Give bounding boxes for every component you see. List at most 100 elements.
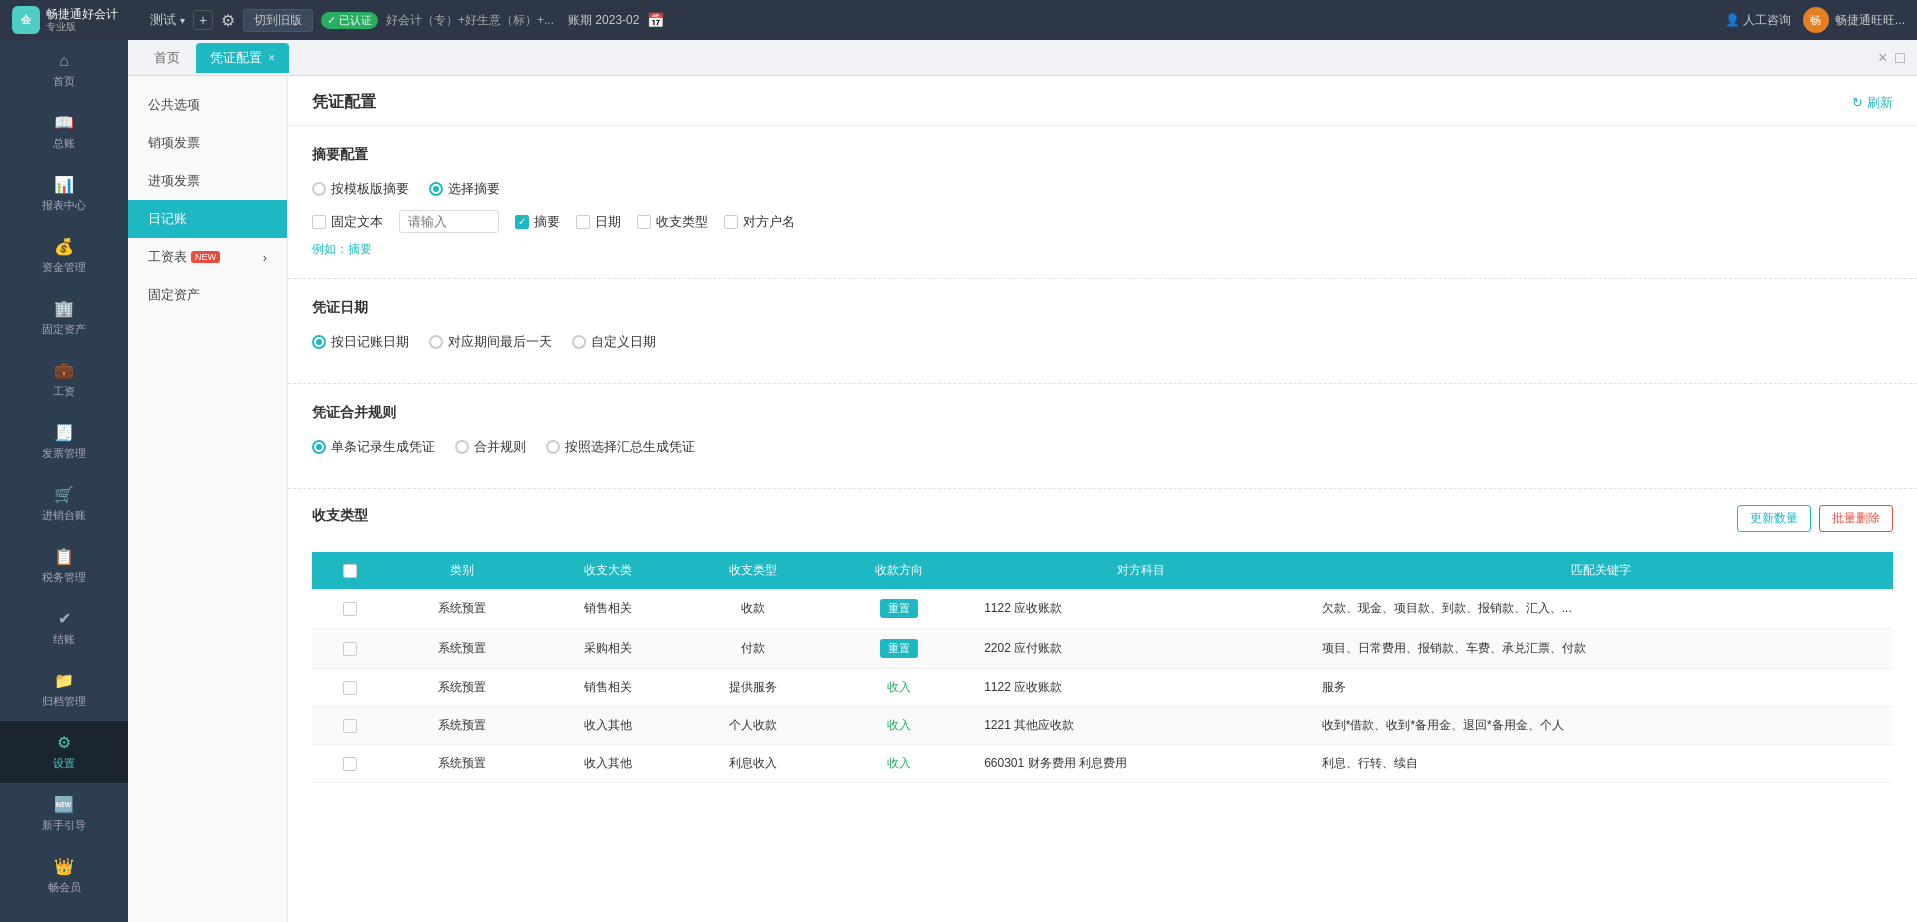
sidebar-item-member[interactable]: 👑 畅会员 [0,845,128,907]
tax-icon: 📋 [54,547,74,566]
merge-radio-summary[interactable]: 按照选择汇总生成凭证 [546,438,695,456]
archive-icon: 📁 [54,671,74,690]
batch-delete-button[interactable]: 批量删除 [1819,505,1893,532]
income-type-section: 收支类型 更新数量 批量删除 类别 [288,489,1917,799]
left-nav-diary[interactable]: 日记账 [128,200,287,238]
summary-radio-template[interactable]: 按模板版摘要 [312,180,409,198]
checkbox-party[interactable]: 对方户名 [724,213,795,231]
consult-icon: 👤 [1725,13,1740,27]
settings-icon[interactable]: ⚙ [221,11,235,30]
maximize-icon[interactable]: □ [1895,49,1905,67]
nav-test[interactable]: 测试 ▾ [150,11,185,29]
page-title: 凭证配置 [312,92,376,113]
merge-rules-title: 凭证合并规则 [312,404,1893,422]
summary-config-section: 摘要配置 按模板版摘要 选择摘要 [288,126,1917,279]
checkbox-summary[interactable]: ✓ 摘要 [515,213,560,231]
reset-button[interactable]: 重置 [880,599,918,618]
merge-radio-group: 单条记录生成凭证 合并规则 按照选择汇总生成凭证 [312,438,1893,456]
sidebar-item-funds[interactable]: 💰 资金管理 [0,225,128,287]
assets-icon: 🏢 [54,299,74,318]
date-radio-custom[interactable]: 自定义日期 [572,333,656,351]
checkbox-type[interactable]: 收支类型 [637,213,708,231]
tab-close-icon[interactable]: × [268,51,275,65]
radio-circle-single [312,440,326,454]
row-checkbox[interactable] [343,719,357,733]
col-subject: 对方科目 [972,552,1310,589]
add-button[interactable]: + [193,10,213,30]
table-row: 系统预置 收入其他 个人收款 收入 1221 其他应收款 收到*借款、收到*备用… [312,707,1893,745]
top-nav: 测试 ▾ + ⚙ 切到旧版 已认证 好会计（专）+好生意（标）+... 账期 2… [150,9,1715,32]
checkbox-box-type [637,215,651,229]
col-checkbox [312,552,389,589]
row-checkbox[interactable] [343,642,357,656]
sidebar-item-salary[interactable]: 💼 工资 [0,349,128,411]
tab-bar: 首页 凭证配置 × × □ [128,40,1917,76]
funds-icon: 💰 [54,237,74,256]
tab-actions: × □ [1878,49,1905,67]
checkbox-row: 固定文本 ✓ 摘要 日期 收支类型 [312,210,1893,233]
col-keywords: 匹配关键字 [1310,552,1893,589]
income-type-table: 类别 收支大类 收支类型 收款方向 对方科目 匹配关键字 系统 [312,552,1893,783]
tab-home[interactable]: 首页 [140,43,194,73]
sidebar-item-reports[interactable]: 📊 报表中心 [0,163,128,225]
row-checkbox[interactable] [343,602,357,616]
ledger-icon: 📖 [54,113,74,132]
reset-button[interactable]: 重置 [880,639,918,658]
col-big-type: 收支大类 [535,552,681,589]
invoice-icon: 🧾 [54,423,74,442]
col-type: 收支类型 [681,552,827,589]
date-radio-last[interactable]: 对应期间最后一天 [429,333,552,351]
left-nav-fixedassets[interactable]: 固定资产 [128,276,287,314]
update-count-button[interactable]: 更新数量 [1737,505,1811,532]
fixed-text-input[interactable] [399,210,499,233]
avatar: 畅 [1803,7,1829,33]
calendar-icon[interactable]: 📅 [647,12,664,28]
table-row: 系统预置 收入其他 利息收入 收入 660301 财务费用 利息费用 利息、行转… [312,745,1893,783]
checkbox-box [312,215,326,229]
merge-radio-single[interactable]: 单条记录生成凭证 [312,438,435,456]
sidebar-item-newguide[interactable]: 🆕 新手引导 [0,783,128,845]
sidebar-item-tax[interactable]: 📋 税务管理 [0,535,128,597]
checkbox-box-checked: ✓ [515,215,529,229]
summary-radio-select[interactable]: 选择摘要 [429,180,500,198]
date-radio-diary[interactable]: 按日记账日期 [312,333,409,351]
left-nav-sales[interactable]: 销项发票 [128,124,287,162]
select-all-checkbox[interactable] [343,564,357,578]
date-radio-group: 按日记账日期 对应期间最后一天 自定义日期 [312,333,1893,351]
sidebar-item-ledger[interactable]: 📖 总账 [0,101,128,163]
example-text: 例如：摘要 [312,241,1893,258]
sidebar: ⌂ 首页 📖 总账 📊 报表中心 💰 资金管理 🏢 固定资产 💼 工资 🧾 发票… [0,40,128,922]
col-category: 类别 [389,552,535,589]
user-info[interactable]: 畅 畅捷通旺旺... [1803,7,1905,33]
sidebar-item-assets[interactable]: 🏢 固定资产 [0,287,128,349]
consult-link[interactable]: 👤 人工咨询 [1725,12,1791,29]
sidebar-item-invoice[interactable]: 🧾 发票管理 [0,411,128,473]
left-nav-salary[interactable]: 工资表 NEW › [128,238,287,276]
refresh-button[interactable]: ↻ 刷新 [1852,94,1893,112]
left-nav-public[interactable]: 公共选项 [128,86,287,124]
tab-voucher-config[interactable]: 凭证配置 × [196,43,289,73]
checkbox-fixed-text[interactable]: 固定文本 [312,213,383,231]
row-checkbox[interactable] [343,757,357,771]
sidebar-item-home[interactable]: ⌂ 首页 [0,40,128,101]
summary-config-title: 摘要配置 [312,146,1893,164]
switch-version-button[interactable]: 切到旧版 [243,9,313,32]
left-nav-purchase-invoice[interactable]: 进项发票 [128,162,287,200]
logo: 会 畅捷通好会计 专业版 [12,6,140,34]
sidebar-item-settle[interactable]: ✔ 结账 [0,597,128,659]
close-window-icon[interactable]: × [1878,49,1887,67]
merge-radio-rules[interactable]: 合并规则 [455,438,526,456]
radio-circle-diary [312,335,326,349]
sidebar-item-archive[interactable]: 📁 归档管理 [0,659,128,721]
logo-icon: 会 [12,6,40,34]
sidebar-item-settings[interactable]: ⚙ 设置 [0,721,128,783]
main-layout: ⌂ 首页 📖 总账 📊 报表中心 💰 资金管理 🏢 固定资产 💼 工资 🧾 发票… [0,40,1917,922]
row-checkbox[interactable] [343,681,357,695]
checkbox-date[interactable]: 日期 [576,213,621,231]
sidebar-item-purchase[interactable]: 🛒 进销台账 [0,473,128,535]
voucher-date-title: 凭证日期 [312,299,1893,317]
top-right: 👤 人工咨询 畅 畅捷通旺旺... [1725,7,1905,33]
income-type-title: 收支类型 [312,507,368,525]
page-content: 公共选项 销项发票 进项发票 日记账 工资表 NEW › 固定资产 凭证配置 ↻ [128,76,1917,922]
merge-rules-section: 凭证合并规则 单条记录生成凭证 合并规则 按照选择汇总生成凭证 [288,384,1917,489]
